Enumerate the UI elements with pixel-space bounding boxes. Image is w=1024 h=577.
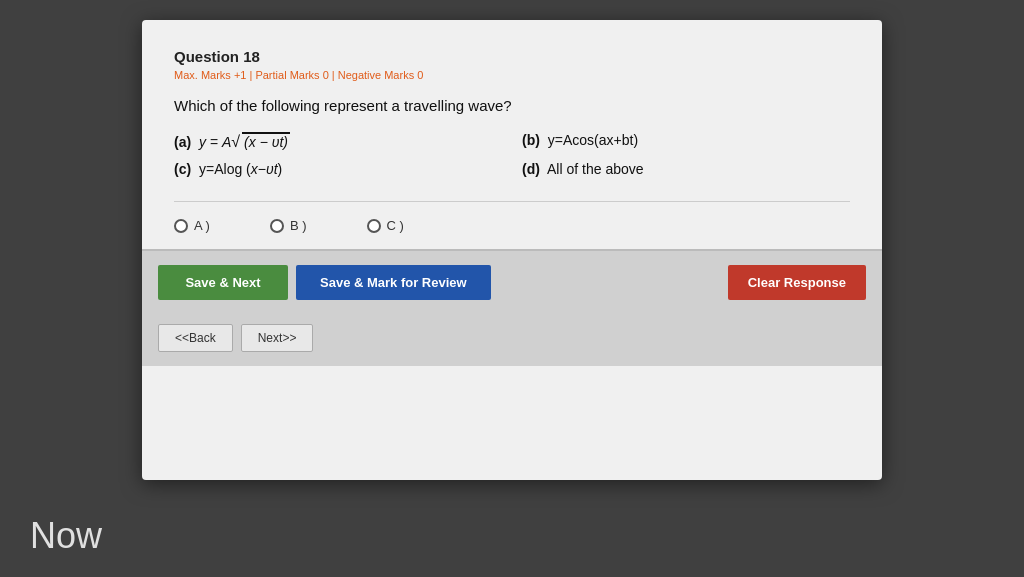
modal: Question 18 Max. Marks +1 | Partial Mark… — [142, 20, 882, 480]
back-button[interactable]: <<Back — [158, 324, 233, 352]
option-b: (b) y=Acos(ax+bt) — [522, 132, 850, 151]
radio-options: A ) B ) C ) — [174, 201, 850, 249]
nav-row: <<Back Next>> — [142, 314, 882, 366]
radio-option-a[interactable]: A ) — [174, 218, 210, 233]
radio-label-c: C ) — [387, 218, 404, 233]
radio-circle-b — [270, 219, 284, 233]
option-c-label: (c) — [174, 161, 191, 177]
button-row: Save & Next Save & Mark for Review Clear… — [142, 250, 882, 314]
options-grid: (a) y = A√(x − υt) (b) y=Acos(ax+bt) (c)… — [174, 132, 850, 177]
option-a-label: (a) — [174, 134, 191, 150]
radio-label-b: B ) — [290, 218, 307, 233]
radio-label-a: A ) — [194, 218, 210, 233]
option-c: (c) y=Alog (x−υt) — [174, 161, 502, 177]
save-next-button[interactable]: Save & Next — [158, 265, 288, 300]
option-c-text: y=Alog (x−υt) — [199, 161, 282, 177]
option-d: (d) All of the above — [522, 161, 850, 177]
option-b-text: y=Acos(ax+bt) — [548, 132, 638, 148]
option-b-label: (b) — [522, 132, 540, 148]
option-a: (a) y = A√(x − υt) — [174, 132, 502, 151]
mark-review-button[interactable]: Save & Mark for Review — [296, 265, 491, 300]
modal-content: Question 18 Max. Marks +1 | Partial Mark… — [142, 20, 882, 249]
clear-response-button[interactable]: Clear Response — [728, 265, 866, 300]
modal-overlay: Question 18 Max. Marks +1 | Partial Mark… — [0, 0, 1024, 577]
radio-option-b[interactable]: B ) — [270, 218, 307, 233]
background: Now Question 18 Max. Marks +1 | Partial … — [0, 0, 1024, 577]
radio-circle-a — [174, 219, 188, 233]
option-d-label: (d) — [522, 161, 540, 177]
question-title: Question 18 — [174, 48, 850, 65]
option-d-text: All of the above — [547, 161, 644, 177]
question-text: Which of the following represent a trave… — [174, 97, 850, 114]
radio-option-c[interactable]: C ) — [367, 218, 404, 233]
next-button[interactable]: Next>> — [241, 324, 314, 352]
radio-circle-c — [367, 219, 381, 233]
option-a-text: y = A√(x − υt) — [199, 134, 290, 150]
marks-info: Max. Marks +1 | Partial Marks 0 | Negati… — [174, 69, 850, 81]
